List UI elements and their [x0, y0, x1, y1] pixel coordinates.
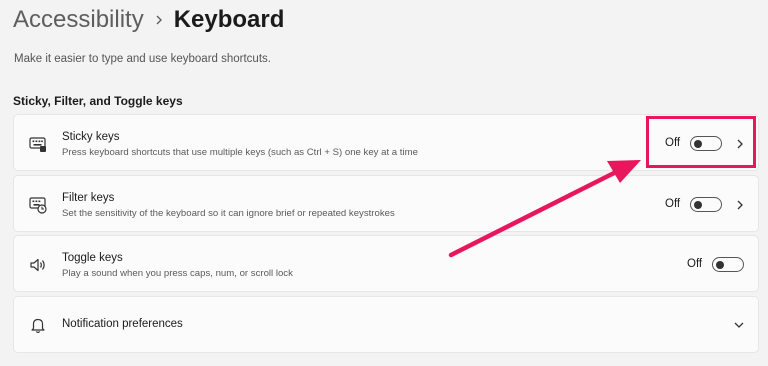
sticky-keys-toggle[interactable] — [690, 136, 722, 151]
sticky-keys-title: Sticky keys — [62, 131, 120, 143]
toggle-keys-state: Off — [687, 258, 703, 270]
notification-preferences-row[interactable]: Notification preferences — [13, 296, 759, 353]
filter-keys-title: Filter keys — [62, 192, 115, 204]
filter-keys-toggle[interactable] — [690, 197, 722, 212]
page-subtitle: Make it easier to type and use keyboard … — [14, 53, 271, 65]
filter-keys-icon — [29, 196, 47, 214]
toggle-knob — [716, 260, 724, 269]
filter-keys-state: Off — [665, 198, 681, 210]
sticky-keys-icon — [29, 135, 47, 153]
filter-keys-row[interactable]: Filter keys Set the sensitivity of the k… — [13, 175, 759, 232]
toggle-knob — [694, 139, 702, 148]
speaker-icon — [29, 256, 47, 274]
sticky-keys-description: Press keyboard shortcuts that use multip… — [62, 147, 418, 158]
notification-preferences-title: Notification preferences — [62, 318, 183, 330]
filter-keys-description: Set the sensitivity of the keyboard so i… — [62, 208, 395, 219]
chevron-right-icon[interactable] — [733, 137, 747, 151]
sticky-keys-state: Off — [665, 137, 681, 149]
breadcrumb-accessibility-link[interactable]: Accessibility — [13, 6, 144, 34]
toggle-keys-description: Play a sound when you press caps, num, o… — [62, 268, 293, 279]
sticky-keys-row[interactable]: Sticky keys Press keyboard shortcuts tha… — [13, 114, 759, 171]
chevron-down-icon[interactable] — [732, 318, 746, 332]
chevron-right-icon[interactable] — [733, 198, 747, 212]
page-title: Keyboard — [173, 6, 285, 33]
toggle-knob — [694, 200, 702, 209]
breadcrumb-chevron-icon — [144, 8, 174, 32]
bell-icon — [29, 316, 47, 334]
section-heading: Sticky, Filter, and Toggle keys — [13, 94, 183, 108]
breadcrumb: Accessibility Keyboard — [13, 6, 284, 34]
toggle-keys-row: Toggle keys Play a sound when you press … — [13, 235, 759, 292]
toggle-keys-toggle[interactable] — [712, 257, 744, 272]
toggle-keys-title: Toggle keys — [62, 252, 123, 264]
